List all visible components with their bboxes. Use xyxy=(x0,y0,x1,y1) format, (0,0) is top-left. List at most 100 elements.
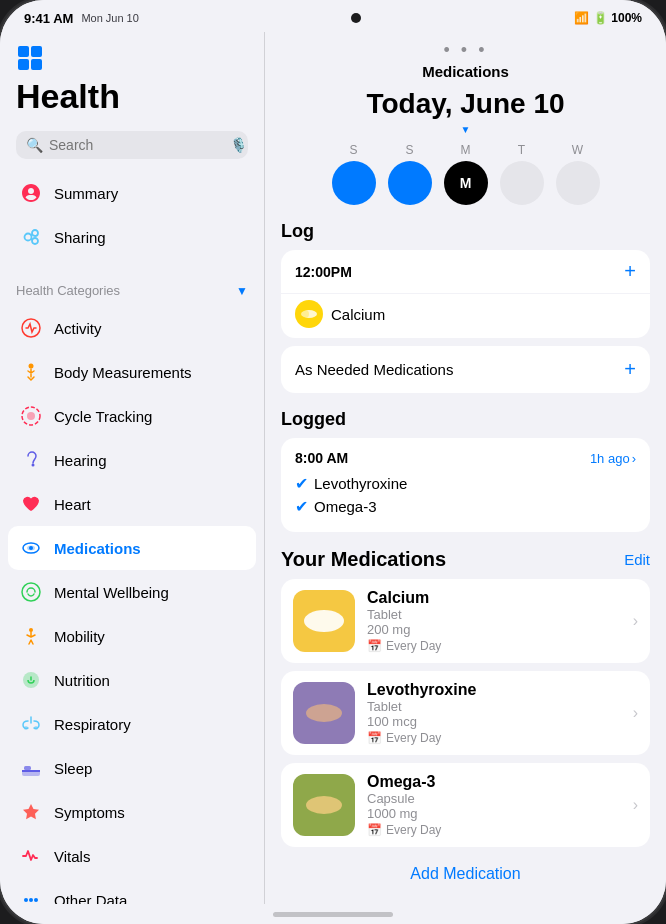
calcium-dose: 200 mg xyxy=(367,622,621,637)
logged-card[interactable]: 8:00 AM 1h ago › ✔ Levothyroxine ✔ Omega… xyxy=(281,438,650,532)
sidebar-item-medications[interactable]: Medications xyxy=(8,526,256,570)
sidebar-item-symptoms[interactable]: Symptoms xyxy=(8,790,256,834)
today-label: M xyxy=(460,175,472,191)
sidebar: Health 🔍 🎙️ Summary xyxy=(0,32,265,904)
nav-sharing[interactable]: Sharing xyxy=(8,215,256,259)
nav-summary[interactable]: Summary xyxy=(8,171,256,215)
logged-ago: 1h ago › xyxy=(590,451,636,466)
calendar-icon-1: 📅 xyxy=(367,731,382,745)
search-input[interactable] xyxy=(49,137,224,153)
categories-chevron: ▼ xyxy=(236,284,248,298)
status-icons: 📶 🔋 100% xyxy=(574,11,642,25)
svg-point-4 xyxy=(25,234,32,241)
grid-icon xyxy=(16,44,44,72)
sidebar-item-hearing[interactable]: Hearing xyxy=(8,438,256,482)
heart-label: Heart xyxy=(54,496,91,513)
check-icon-1: ✔ xyxy=(295,497,308,516)
categories-list: Activity Body Measurements Cycle Trackin… xyxy=(0,302,264,904)
add-medication-button[interactable]: Add Medication xyxy=(265,851,666,897)
cycle-label: Cycle Tracking xyxy=(54,408,152,425)
search-bar[interactable]: 🔍 🎙️ xyxy=(16,131,248,159)
svg-point-13 xyxy=(32,464,35,467)
medications-label: Medications xyxy=(54,540,141,557)
home-bar xyxy=(273,912,393,917)
sidebar-item-body-measurements[interactable]: Body Measurements xyxy=(8,350,256,394)
status-bar: 9:41 AM Mon Jun 10 📶 🔋 100% xyxy=(0,0,666,32)
calcium-chevron: › xyxy=(633,612,638,630)
sleep-label: Sleep xyxy=(54,760,92,777)
sidebar-item-sleep[interactable]: Sleep xyxy=(8,746,256,790)
levothyroxine-name: Levothyroxine xyxy=(367,681,621,699)
calcium-thumb xyxy=(293,590,355,652)
logged-med-0: ✔ Levothyroxine xyxy=(295,474,636,493)
levothyroxine-thumb xyxy=(293,682,355,744)
as-needed-row[interactable]: As Needed Medications + xyxy=(281,346,650,393)
svg-point-31 xyxy=(304,610,344,632)
status-date: Mon Jun 10 xyxy=(81,12,138,24)
sidebar-item-mental-wellbeing[interactable]: Mental Wellbeing xyxy=(8,570,256,614)
calendar-icon-0: 📅 xyxy=(367,639,382,653)
day-circle-3 xyxy=(500,161,544,205)
sharing-label: Sharing xyxy=(54,229,106,246)
omega3-thumb xyxy=(293,774,355,836)
mobility-label: Mobility xyxy=(54,628,105,645)
day-col-1[interactable]: S xyxy=(388,143,432,205)
mic-icon: 🎙️ xyxy=(230,137,247,153)
log-add-button[interactable]: + xyxy=(624,260,636,283)
svg-point-16 xyxy=(29,546,33,550)
logged-header: 8:00 AM 1h ago › xyxy=(295,450,636,466)
levothyroxine-dose: 100 mcg xyxy=(367,714,621,729)
med-card-calcium[interactable]: Calcium Tablet 200 mg 📅 Every Day › xyxy=(281,579,650,663)
svg-point-21 xyxy=(34,726,38,730)
your-meds-title: Your Medications xyxy=(281,548,446,571)
hearing-icon xyxy=(18,447,44,473)
omega3-info: Omega-3 Capsule 1000 mg 📅 Every Day xyxy=(367,773,621,837)
hearing-label: Hearing xyxy=(54,452,107,469)
svg-point-33 xyxy=(306,796,342,814)
activity-icon xyxy=(18,315,44,341)
omega3-name: Omega-3 xyxy=(367,773,621,791)
sidebar-item-heart[interactable]: Heart xyxy=(8,482,256,526)
omega3-chevron: › xyxy=(633,796,638,814)
med-card-omega3[interactable]: Omega-3 Capsule 1000 mg 📅 Every Day › xyxy=(281,763,650,847)
heart-icon xyxy=(18,491,44,517)
calcium-pill-icon xyxy=(295,300,323,328)
panel-dots: • • • xyxy=(281,40,650,61)
sidebar-item-nutrition[interactable]: Nutrition xyxy=(8,658,256,702)
svg-point-27 xyxy=(34,898,38,902)
activity-label: Activity xyxy=(54,320,102,337)
your-meds-header: Your Medications Edit xyxy=(265,540,666,575)
day-label-3: T xyxy=(518,143,525,157)
wifi-icon: 📶 xyxy=(574,11,589,25)
sidebar-item-respiratory[interactable]: Respiratory xyxy=(8,702,256,746)
log-section: Log 12:00PM + Calcium As Need xyxy=(281,221,650,393)
svg-point-17 xyxy=(22,583,40,601)
svg-line-7 xyxy=(31,234,32,235)
vitals-icon xyxy=(18,843,44,869)
body-icon xyxy=(18,359,44,385)
nutrition-icon xyxy=(18,667,44,693)
search-icon: 🔍 xyxy=(26,137,43,153)
date-triangle: ▼ xyxy=(265,124,666,135)
as-needed-add-button[interactable]: + xyxy=(624,358,636,381)
log-card: 12:00PM + Calcium xyxy=(281,250,650,338)
levothyroxine-schedule: 📅 Every Day xyxy=(367,731,621,745)
sidebar-item-activity[interactable]: Activity xyxy=(8,306,256,350)
day-col-2[interactable]: M M xyxy=(444,143,488,205)
sidebar-item-mobility[interactable]: Mobility xyxy=(8,614,256,658)
edit-button[interactable]: Edit xyxy=(624,551,650,568)
sidebar-item-cycle-tracking[interactable]: Cycle Tracking xyxy=(8,394,256,438)
home-indicator xyxy=(0,904,666,924)
day-col-3[interactable]: T xyxy=(500,143,544,205)
respiratory-icon xyxy=(18,711,44,737)
omega3-schedule: 📅 Every Day xyxy=(367,823,621,837)
day-col-0[interactable]: S xyxy=(332,143,376,205)
nutrition-label: Nutrition xyxy=(54,672,110,689)
nav-items: Summary Sharing xyxy=(0,167,264,263)
sidebar-item-other-data[interactable]: Other Data xyxy=(8,878,256,904)
med-card-levothyroxine[interactable]: Levothyroxine Tablet 100 mcg 📅 Every Day… xyxy=(281,671,650,755)
categories-section-header[interactable]: Health Categories ▼ xyxy=(0,271,264,302)
sidebar-item-vitals[interactable]: Vitals xyxy=(8,834,256,878)
day-col-4[interactable]: W xyxy=(556,143,600,205)
panel-title: Medications xyxy=(281,63,650,80)
